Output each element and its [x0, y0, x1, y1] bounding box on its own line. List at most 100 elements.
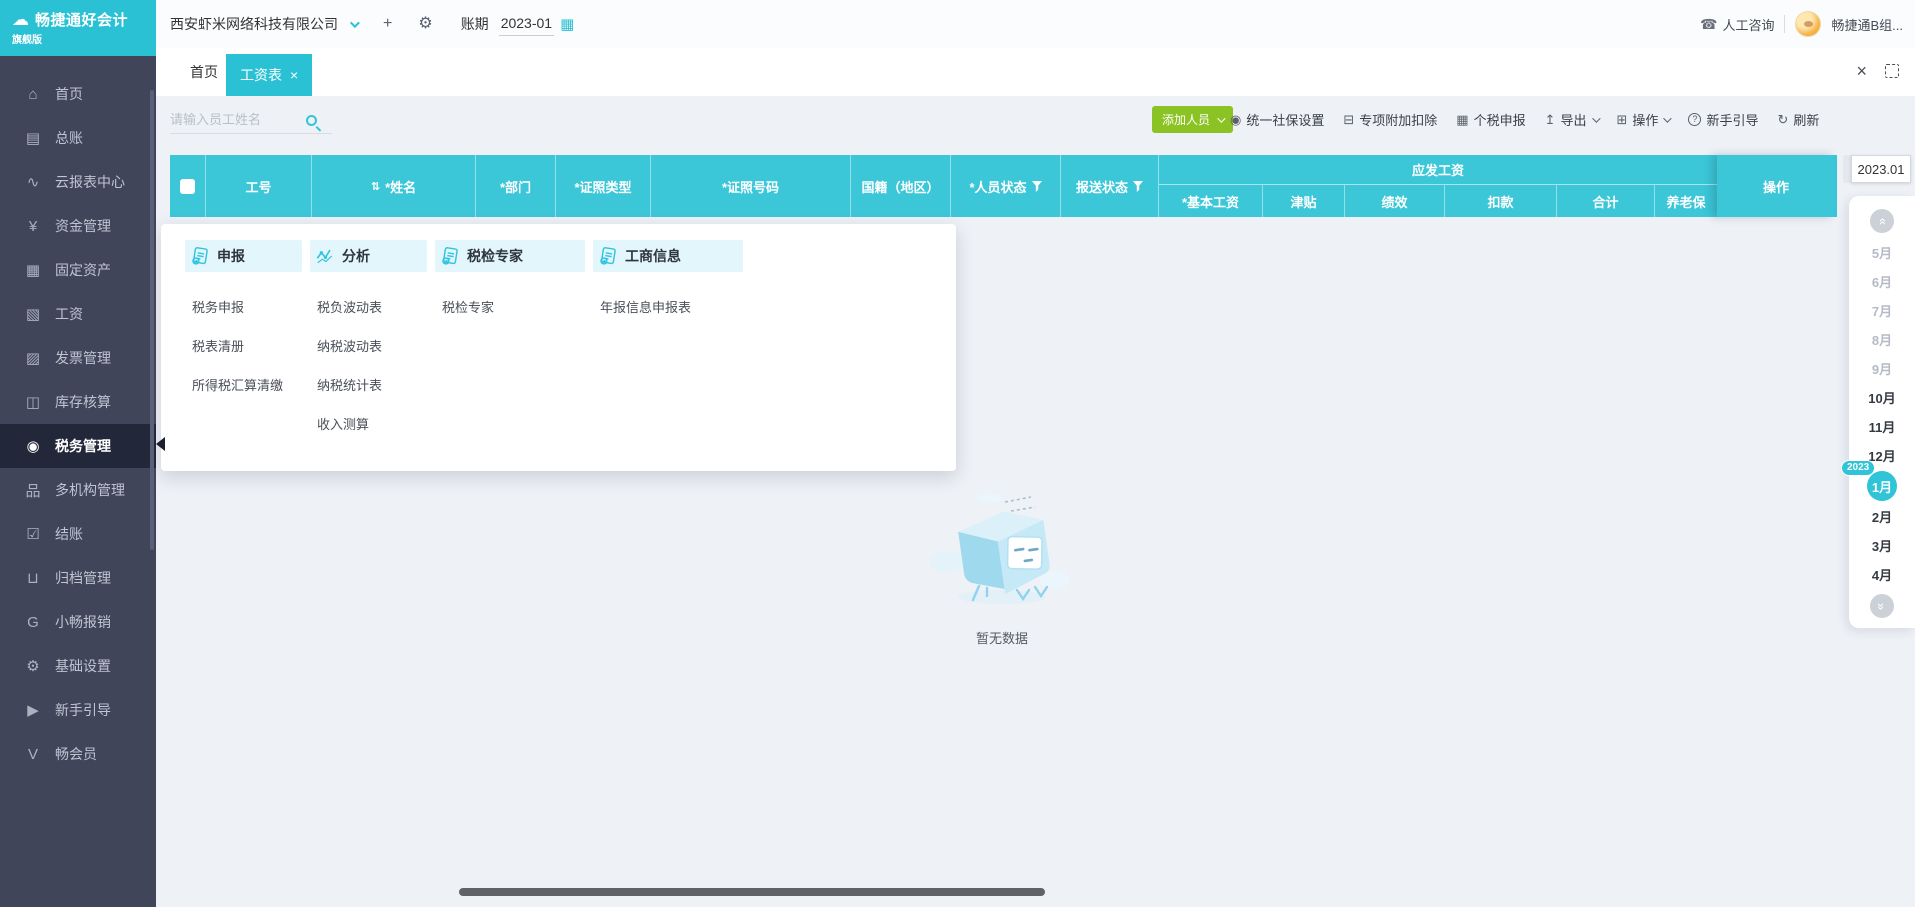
column-pension[interactable]: 养老保: [1655, 185, 1717, 217]
sidebar-item-label: 资金管理: [55, 218, 111, 234]
employee-search-input[interactable]: [170, 108, 306, 133]
period-value[interactable]: 2023-01: [498, 13, 555, 36]
month-item[interactable]: 10月: [1849, 383, 1915, 412]
sidebar-item-expense[interactable]: G 小畅报销: [0, 600, 156, 644]
beginner-guide-button[interactable]: ? 新手引导: [1688, 110, 1758, 129]
operations-button[interactable]: ⊞ 操作: [1617, 110, 1673, 129]
month-item[interactable]: 11月: [1849, 412, 1915, 441]
payroll-content: 添加人员 ◉ 统一社保设置 ⊟ 专项附加扣除 ▦ 个税申报 ↥ 导出 ⊞ 操作 ? 新手引导…: [156, 96, 1915, 907]
menu-header-declare[interactable]: 申报: [185, 240, 302, 272]
menu-item-tax-statistics[interactable]: 纳税统计表: [310, 366, 427, 405]
column-submit-status[interactable]: 报送状态: [1061, 155, 1159, 217]
menu-item-income-estimate[interactable]: 收入测算: [310, 405, 427, 444]
column-total[interactable]: 合计: [1557, 185, 1655, 217]
column-id-number[interactable]: *证照号码: [651, 155, 851, 217]
rail-period-box[interactable]: 2023.01: [1851, 155, 1911, 183]
month-item[interactable]: 9月: [1849, 354, 1915, 383]
sidebar-item-closing[interactable]: ☑ 结账: [0, 512, 156, 556]
column-department[interactable]: *部门: [476, 155, 556, 217]
column-employee-id[interactable]: 工号: [206, 155, 312, 217]
sidebar-item-invoice[interactable]: ▨ 发票管理: [0, 336, 156, 380]
filter-icon[interactable]: [1031, 180, 1042, 192]
sidebar-item-funds[interactable]: ¥ 资金管理: [0, 204, 156, 248]
select-all-checkbox[interactable]: [180, 178, 195, 194]
empty-state: 暂无数据: [912, 484, 1092, 647]
menu-item-income-tax-settlement[interactable]: 所得税汇算清缴: [185, 366, 302, 405]
menu-item-tax-payment-fluctuation[interactable]: 纳税波动表: [310, 327, 427, 366]
column-name[interactable]: ⇅ *姓名: [312, 155, 476, 217]
month-item[interactable]: 5月: [1849, 238, 1915, 267]
column-label: 操作: [1762, 179, 1789, 195]
menu-item-tax-register[interactable]: 税表清册: [185, 327, 302, 366]
sidebar-item-general-ledger[interactable]: ▤ 总账: [0, 116, 156, 160]
add-account-icon[interactable]: +: [383, 16, 392, 32]
social-security-settings-button[interactable]: ◉ 统一社保设置: [1230, 110, 1324, 129]
month-item-selected[interactable]: 2023 1月: [1841, 460, 1915, 502]
fullscreen-icon[interactable]: [1885, 64, 1899, 78]
sidebar-item-inventory[interactable]: ◫ 库存核算: [0, 380, 156, 424]
menu-item-tax-burden-fluctuation[interactable]: 税负波动表: [310, 288, 427, 327]
sort-icon[interactable]: ⇅: [371, 180, 380, 193]
menu-header-analysis[interactable]: 分析: [310, 240, 427, 272]
refresh-button[interactable]: ↻ 刷新: [1777, 110, 1819, 129]
column-person-status[interactable]: *人员状态: [951, 155, 1061, 217]
special-deduction-button[interactable]: ⊟ 专项附加扣除: [1343, 110, 1437, 129]
settings-gear-icon[interactable]: ⚙: [418, 16, 432, 32]
action-label: 操作: [1632, 113, 1659, 128]
horizontal-scrollbar[interactable]: [459, 888, 1045, 896]
column-base-salary[interactable]: *基本工资: [1159, 185, 1263, 217]
rail-scroll-up-button[interactable]: »: [1870, 209, 1894, 233]
tab-home[interactable]: 首页: [178, 48, 230, 96]
menu-item-annual-report[interactable]: 年报信息申报表: [593, 288, 743, 327]
month-item[interactable]: 4月: [1849, 560, 1915, 589]
column-id-type[interactable]: *证照类型: [556, 155, 651, 217]
sidebar-item-member[interactable]: V 畅会员: [0, 732, 156, 776]
home-icon: ⌂: [28, 85, 38, 103]
tab-close-icon[interactable]: ×: [290, 68, 298, 82]
sidebar-item-archive[interactable]: ⊔ 归档管理: [0, 556, 156, 600]
menu-header-business-info[interactable]: 工商信息: [593, 240, 743, 272]
sidebar-item-settings[interactable]: ⚙ 基础设置: [0, 644, 156, 688]
chevron-up-icon: »: [1874, 217, 1890, 225]
tab-payroll-active[interactable]: 工资表 ×: [226, 54, 313, 96]
month-item[interactable]: 6月: [1849, 267, 1915, 296]
search-icon[interactable]: [306, 115, 317, 126]
sidebar-item-guide[interactable]: ▶ 新手引导: [0, 688, 156, 732]
sidebar-item-home[interactable]: ⌂ 首页: [0, 72, 156, 116]
sidebar-item-cloud-reports[interactable]: ∿ 云报表中心: [0, 160, 156, 204]
support-link[interactable]: ☎ 人工咨询: [1700, 15, 1774, 34]
document-pen-icon: [440, 246, 460, 266]
filter-icon[interactable]: [1133, 180, 1143, 192]
menu-item-tax-expert[interactable]: 税检专家: [435, 288, 585, 327]
sidebar-item-payroll[interactable]: ▧ 工资: [0, 292, 156, 336]
sidebar-item-multi-org[interactable]: 品多机构管理: [0, 468, 156, 512]
tax-icon: ◉: [26, 438, 40, 455]
add-employee-button[interactable]: 添加人员: [1152, 106, 1234, 133]
sidebar-item-label: 库存核算: [55, 394, 111, 410]
app-logo[interactable]: ☁ 畅捷通好会计 旗舰版: [0, 0, 156, 56]
document-pen-icon: [190, 246, 210, 266]
month-item[interactable]: 3月: [1849, 531, 1915, 560]
calendar-icon[interactable]: ▦: [560, 15, 574, 33]
sidebar-item-fixed-assets[interactable]: ▦ 固定资产: [0, 248, 156, 292]
column-allowance[interactable]: 津贴: [1263, 185, 1345, 217]
sidebar-scrollbar[interactable]: [150, 90, 154, 550]
month-item[interactable]: 2月: [1849, 502, 1915, 531]
export-button[interactable]: ↥ 导出: [1545, 110, 1601, 129]
month-item[interactable]: 7月: [1849, 296, 1915, 325]
rail-scroll-down-button[interactable]: »: [1870, 594, 1894, 618]
month-item[interactable]: 8月: [1849, 325, 1915, 354]
menu-header-tax-expert[interactable]: 税检专家: [435, 240, 585, 272]
column-performance[interactable]: 绩效: [1345, 185, 1445, 217]
company-chevron-down-icon[interactable]: [349, 17, 360, 28]
avatar[interactable]: [1795, 11, 1822, 37]
sidebar-item-tax[interactable]: ◉ 税务管理: [0, 424, 156, 468]
column-nationality[interactable]: 国籍（地区）: [851, 155, 951, 217]
pane-close-icon[interactable]: ×: [1856, 62, 1867, 80]
tax-filing-button[interactable]: ▦ 个税申报: [1456, 110, 1525, 129]
user-name[interactable]: 畅捷通B组...: [1831, 15, 1903, 34]
column-deduction[interactable]: 扣款: [1445, 185, 1557, 217]
support-label: 人工咨询: [1722, 17, 1775, 33]
company-name[interactable]: 西安虾米网络科技有限公司: [170, 14, 338, 34]
menu-item-tax-declare[interactable]: 税务申报: [185, 288, 302, 327]
